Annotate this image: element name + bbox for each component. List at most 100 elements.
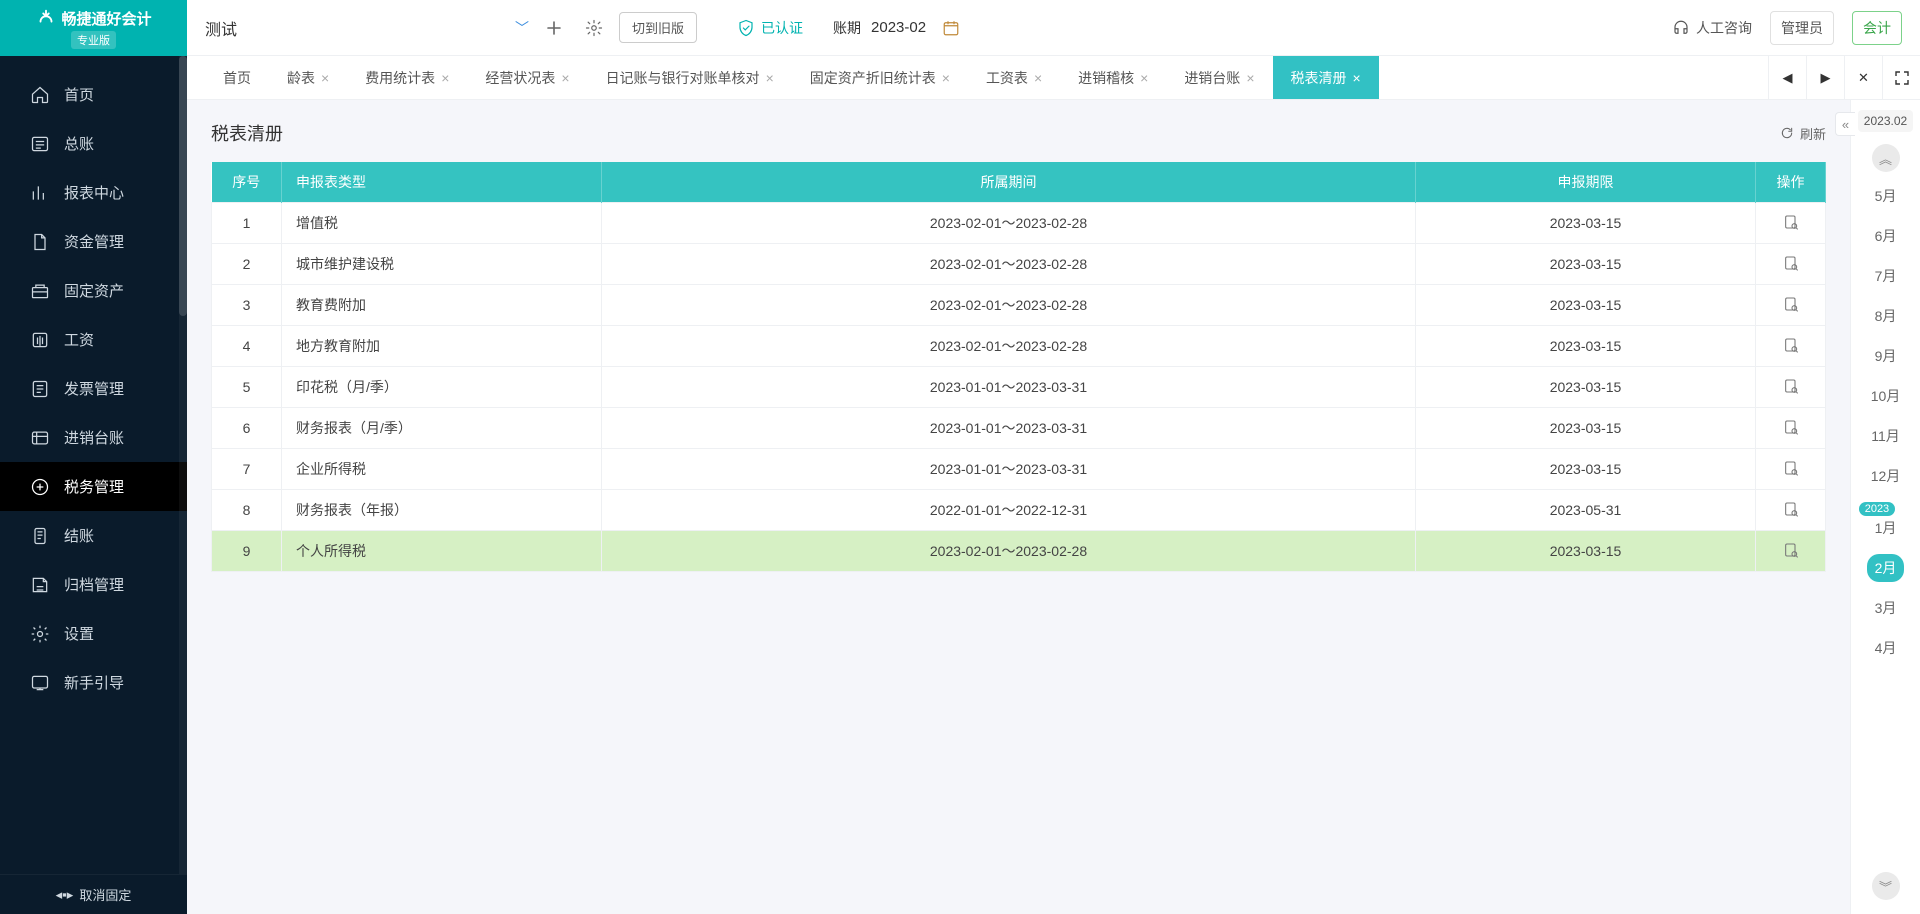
view-detail-icon[interactable] [1783,545,1799,561]
month-option[interactable]: 1月 [1867,514,1905,542]
cell-deadline: 2023-03-15 [1416,244,1756,285]
support-button[interactable]: 人工咨询 [1672,18,1752,38]
month-option[interactable]: 12月 [1863,462,1909,490]
month-option[interactable]: 2月 [1867,554,1905,582]
table-row[interactable]: 4地方教育附加2023-02-01～2023-02-282023-03-15 [212,326,1826,367]
table-row[interactable]: 6财务报表（月/季）2023-01-01～2023-03-312023-03-1… [212,408,1826,449]
cell-idx: 7 [212,449,282,490]
table-row[interactable]: 1增值税2023-02-01～2023-02-282023-03-15 [212,203,1826,244]
panel-expand-handle[interactable]: « [1835,112,1855,136]
verified-label: 已认证 [761,18,803,38]
sidebar-item-8[interactable]: 税务管理 [0,462,187,511]
sidebar-item-9[interactable]: 结账 [0,511,187,560]
month-option[interactable]: 11月 [1863,422,1908,450]
cell-idx: 6 [212,408,282,449]
cell-op [1756,326,1826,367]
tab-close-icon[interactable]: × [942,70,950,86]
view-detail-icon[interactable] [1783,258,1799,274]
tabs-close-all-button[interactable]: ✕ [1844,56,1882,100]
nav-label: 首页 [64,84,94,105]
switch-old-version-button[interactable]: 切到旧版 [619,12,697,43]
cell-deadline: 2023-03-15 [1416,531,1756,572]
add-button[interactable] [539,13,569,43]
month-option[interactable]: 3月 [1867,594,1905,622]
gear-icon[interactable] [579,13,609,43]
tab-close-icon[interactable]: × [1140,70,1148,86]
month-option[interactable]: 10月 [1863,382,1909,410]
sidebar-item-3[interactable]: 资金管理 [0,217,187,266]
tab-9[interactable]: 税表清册× [1273,56,1379,99]
month-option[interactable]: 9月 [1867,342,1905,370]
cell-deadline: 2023-03-15 [1416,203,1756,244]
tabs-next-button[interactable]: ▶ [1806,56,1844,100]
cell-op [1756,203,1826,244]
sidebar-item-0[interactable]: 首页 [0,70,187,119]
sidebar-item-12[interactable]: 新手引导 [0,658,187,707]
calendar-icon[interactable] [936,13,966,43]
tab-3[interactable]: 经营状况表× [467,56,587,99]
sidebar-pin-toggle[interactable]: ◂▪▸ 取消固定 [0,874,187,914]
view-detail-icon[interactable] [1783,381,1799,397]
cell-period: 2023-01-01～2023-03-31 [602,408,1416,449]
tab-6[interactable]: 工资表× [968,56,1060,99]
tab-2[interactable]: 费用统计表× [347,56,467,99]
cell-type: 财务报表（年报） [282,490,602,531]
tabs-prev-button[interactable]: ◀ [1768,56,1806,100]
th-idx: 序号 [212,162,282,203]
cell-idx: 1 [212,203,282,244]
tab-label: 首页 [223,68,251,88]
view-detail-icon[interactable] [1783,340,1799,356]
sidebar-item-10[interactable]: 归档管理 [0,560,187,609]
sidebar-item-1[interactable]: 总账 [0,119,187,168]
month-option[interactable]: 6月 [1867,222,1905,250]
role-admin-button[interactable]: 管理员 [1770,11,1834,45]
table-row[interactable]: 5印花税（月/季）2023-01-01～2023-03-312023-03-15 [212,367,1826,408]
month-option[interactable]: 8月 [1867,302,1905,330]
sidebar-item-7[interactable]: 进销台账 [0,413,187,462]
table-row[interactable]: 3教育费附加2023-02-01～2023-02-282023-03-15 [212,285,1826,326]
table-row[interactable]: 9个人所得税2023-02-01～2023-02-282023-03-15 [212,531,1826,572]
tab-5[interactable]: 固定资产折旧统计表× [792,56,968,99]
view-detail-icon[interactable] [1783,463,1799,479]
view-detail-icon[interactable] [1783,422,1799,438]
table-row[interactable]: 7企业所得税2023-01-01～2023-03-312023-03-15 [212,449,1826,490]
sidebar-item-2[interactable]: 报表中心 [0,168,187,217]
sidebar-item-6[interactable]: 发票管理 [0,364,187,413]
refresh-button[interactable]: 刷新 [1780,124,1826,143]
view-detail-icon[interactable] [1783,217,1799,233]
sidebar-nav: 首页总账报表中心资金管理固定资产工资发票管理进销台账税务管理结账归档管理设置新手… [0,56,187,874]
month-scroll-up[interactable]: ︽ [1872,144,1900,172]
tab-close-icon[interactable]: × [1034,70,1042,86]
sidebar-item-4[interactable]: 固定资产 [0,266,187,315]
month-option[interactable]: 7月 [1867,262,1905,290]
tab-0[interactable]: 首页 [205,56,269,99]
tab-7[interactable]: 进销稽核× [1060,56,1166,99]
nav-label: 税务管理 [64,476,124,497]
table-row[interactable]: 2城市维护建设税2023-02-01～2023-02-282023-03-15 [212,244,1826,285]
sidebar-item-5[interactable]: 工资 [0,315,187,364]
table-row[interactable]: 8财务报表（年报）2022-01-01～2022-12-312023-05-31 [212,490,1826,531]
tab-close-icon[interactable]: × [1246,70,1254,86]
role-accountant-button[interactable]: 会计 [1852,11,1902,45]
month-scroll-down[interactable]: ︾ [1872,872,1900,900]
tab-close-icon[interactable]: × [766,70,774,86]
tab-close-icon[interactable]: × [1353,70,1361,86]
sidebar-scrollbar[interactable] [179,56,187,874]
tab-close-icon[interactable]: × [441,70,449,86]
chevron-down-icon[interactable]: ﹀ [515,18,529,38]
tab-close-icon[interactable]: × [561,70,569,86]
fullscreen-button[interactable] [1882,56,1920,100]
month-option[interactable]: 4月 [1867,634,1905,662]
tab-8[interactable]: 进销台账 × [1166,56,1272,99]
view-detail-icon[interactable] [1783,504,1799,520]
company-selector[interactable]: 测试 [205,16,505,40]
tab-1[interactable]: 龄表× [269,56,347,99]
nav-label: 资金管理 [64,231,124,252]
sidebar: 畅捷通好会计 专业版 首页总账报表中心资金管理固定资产工资发票管理进销台账税务管… [0,0,187,914]
sidebar-item-11[interactable]: 设置 [0,609,187,658]
tab-4[interactable]: 日记账与银行对账单核对× [588,56,792,99]
tab-close-icon[interactable]: × [321,70,329,86]
view-detail-icon[interactable] [1783,299,1799,315]
tab-label: 进销台账 [1184,68,1240,88]
month-option[interactable]: 5月 [1867,182,1905,210]
